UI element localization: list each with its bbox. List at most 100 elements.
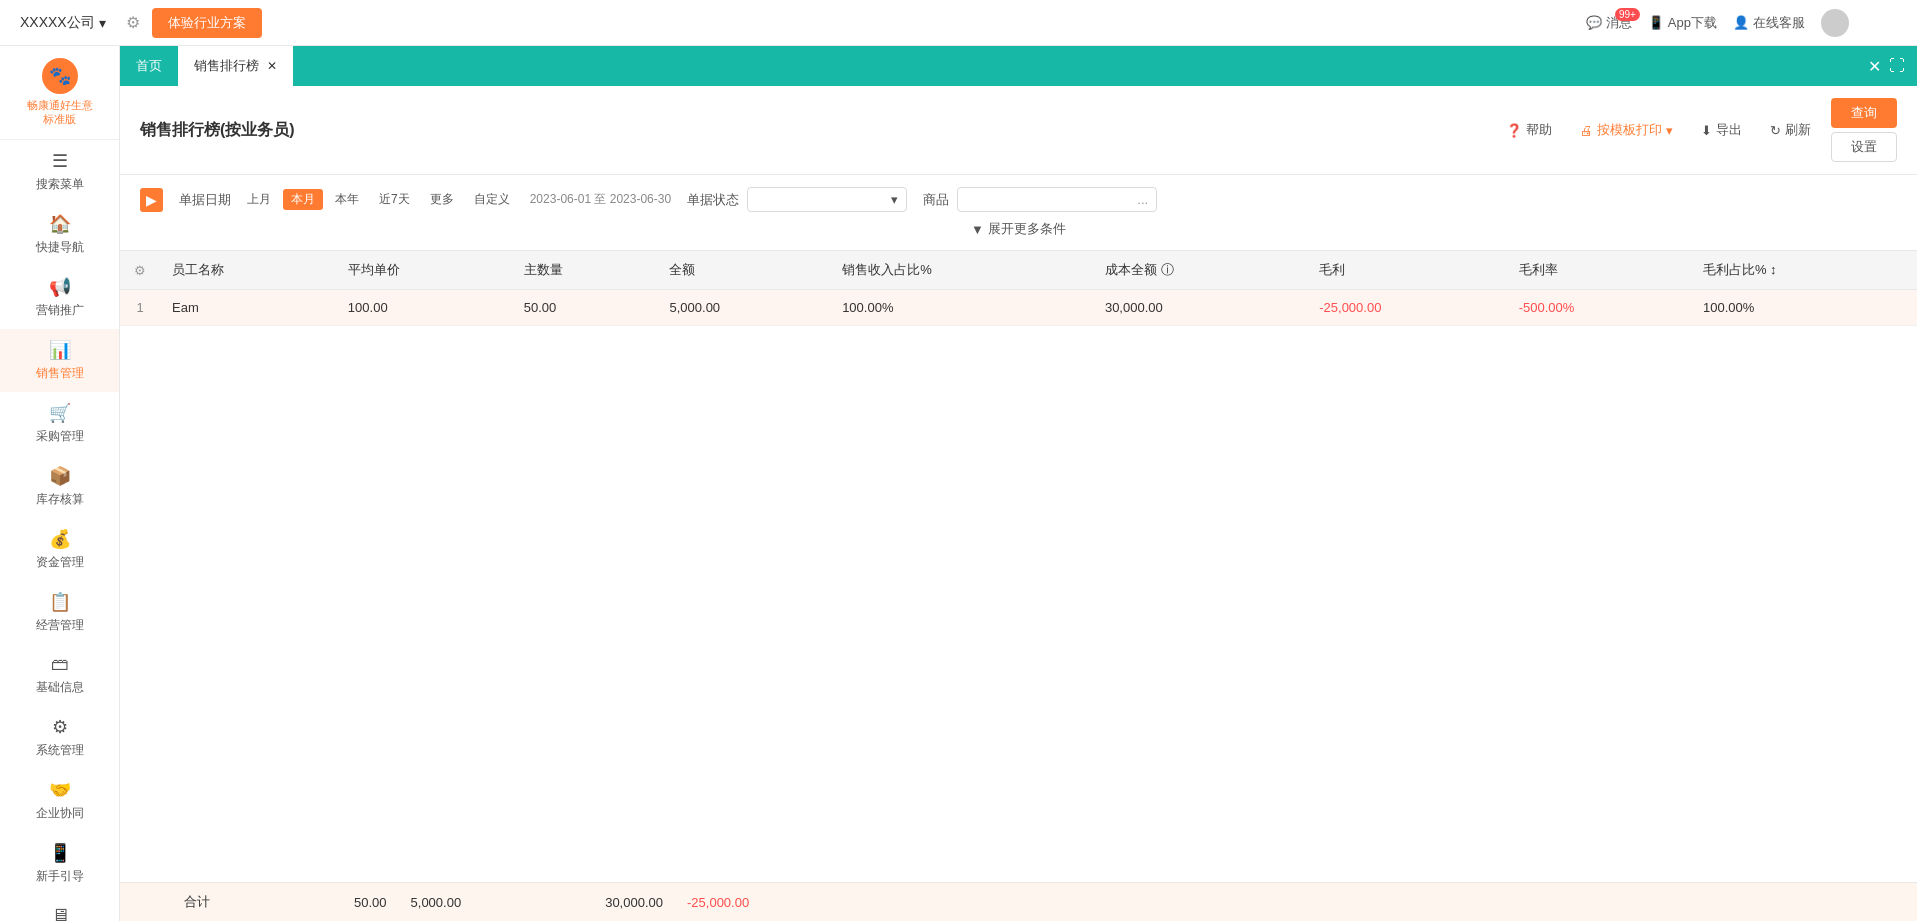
col-cost: 成本全额 ⓘ [1093, 251, 1307, 290]
beginner-guide-icon: 📱 [49, 842, 71, 864]
col-employee: 员工名称 [160, 251, 336, 290]
date-filter-label: 单据日期 [179, 191, 231, 209]
goods-input[interactable]: ... [957, 187, 1157, 212]
sidebar-logo: 🐾 畅康通好生意标准版 [0, 46, 119, 140]
logo-icon: 🐾 [49, 65, 71, 87]
col-settings[interactable]: ⚙ [120, 251, 160, 290]
sidebar-item-finance[interactable]: 💰 资金管理 [0, 518, 119, 581]
page-actions: ❓ 帮助 🖨 按模板打印 ▾ ⬇ 导出 ↻ 刷新 [1498, 98, 1897, 162]
tab-bar: 首页 销售排行榜 ✕ ✕ ⛶ [120, 46, 1917, 86]
inventory-icon: 📦 [49, 465, 71, 487]
export-button[interactable]: ⬇ 导出 [1693, 117, 1750, 143]
footer-cost: 30,000.00 [593, 895, 675, 910]
date-filter: 单据日期 上月 本月 本年 近7天 更多 自定义 2023-06-01 至 20… [179, 189, 671, 210]
sidebar-item-purchase[interactable]: 🛒 采购管理 [0, 392, 119, 455]
filter-collapse-icon[interactable]: ▶ [140, 188, 163, 212]
refresh-icon: ↻ [1770, 123, 1781, 138]
table-row: 1 Eam 100.00 50.00 5,000.00 100.00% 30,0… [120, 290, 1917, 326]
footer-main-qty: 50.00 [342, 895, 399, 910]
sidebar-item-basic-info[interactable]: 🗃 基础信息 [0, 644, 119, 706]
help-button[interactable]: ❓ 帮助 [1498, 117, 1560, 143]
cell-gross-pct: 100.00% [1691, 290, 1917, 326]
cell-amount: 5,000.00 [657, 290, 830, 326]
header-gear-icon[interactable]: ⚙ [122, 9, 144, 36]
avatar[interactable] [1821, 9, 1849, 37]
date-btn-last-month[interactable]: 上月 [239, 189, 279, 210]
sidebar-item-beginner-guide[interactable]: 📱 新手引导 [0, 832, 119, 895]
sidebar-item-label: 资金管理 [36, 554, 84, 571]
purchase-icon: 🛒 [49, 402, 71, 424]
status-filter-label: 单据状态 [687, 191, 739, 209]
footer-gross-profit: -25,000.00 [675, 895, 761, 910]
sidebar-item-label: 搜索菜单 [36, 176, 84, 193]
refresh-button[interactable]: ↻ 刷新 [1762, 117, 1819, 143]
sidebar-item-label: 营销推广 [36, 302, 84, 319]
sidebar-item-inventory[interactable]: 📦 库存核算 [0, 455, 119, 518]
enterprise-collab-icon: 🤝 [49, 779, 71, 801]
print-button[interactable]: 🖨 按模板打印 ▾ [1572, 117, 1681, 143]
company-name: XXXXX公司 [20, 14, 95, 32]
try-industry-button[interactable]: 体验行业方案 [152, 8, 262, 38]
date-range-buttons: 上月 本月 本年 近7天 更多 自定义 [239, 189, 518, 210]
app-download-icon: 📱 [1648, 15, 1664, 30]
table-settings-icon[interactable]: ⚙ [134, 263, 146, 278]
goods-filter: 商品 ... [923, 187, 1157, 212]
sidebar-item-quick-nav[interactable]: 🏠 快捷导航 [0, 203, 119, 266]
expand-more-btn[interactable]: ▼ 展开更多条件 [971, 220, 1066, 238]
app-download-button[interactable]: 📱 App下载 [1648, 14, 1717, 32]
sidebar-item-enterprise-collab[interactable]: 🤝 企业协同 [0, 769, 119, 832]
tab-home[interactable]: 首页 [120, 46, 178, 86]
sidebar-item-system[interactable]: ⚙ 系统管理 [0, 706, 119, 769]
window-close-icon[interactable]: ✕ [1868, 57, 1881, 76]
settings-button[interactable]: 设置 [1831, 132, 1897, 162]
refresh-label: 刷新 [1785, 121, 1811, 139]
sidebar-item-label: 快捷导航 [36, 239, 84, 256]
cell-avg-price: 100.00 [336, 290, 512, 326]
date-btn-more[interactable]: 更多 [422, 189, 462, 210]
query-button[interactable]: 查询 [1831, 98, 1897, 128]
cell-gross-profit: -25,000.00 [1307, 290, 1506, 326]
message-button[interactable]: 💬 消息 99+ [1586, 14, 1632, 32]
sidebar-item-label: 新手引导 [36, 868, 84, 885]
status-filter: 单据状态 ▾ [687, 187, 907, 212]
content-area: 首页 销售排行榜 ✕ ✕ ⛶ 销售排行榜(按业务员) ❓ 帮助 [120, 46, 1917, 921]
company-dropdown-icon: ▾ [99, 15, 106, 31]
logo-text: 畅康通好生意标准版 [27, 98, 93, 127]
system-icon: ⚙ [52, 716, 68, 738]
finance-icon: 💰 [49, 528, 71, 550]
filter-row: ▶ 单据日期 上月 本月 本年 近7天 更多 自定义 2023-06-01 至 … [140, 187, 1897, 212]
date-btn-custom[interactable]: 自定义 [466, 189, 518, 210]
company-selector[interactable]: XXXXX公司 ▾ [12, 10, 114, 36]
operations-icon: 📋 [49, 591, 71, 613]
tab-close-icon[interactable]: ✕ [267, 59, 277, 73]
app-center-icon: 🖥 [51, 905, 69, 921]
online-service-button[interactable]: 👤 在线客服 [1733, 14, 1805, 32]
date-btn-this-month[interactable]: 本月 [283, 189, 323, 210]
col-sales-pct: 销售收入占比% [830, 251, 1093, 290]
page-title: 销售排行榜(按业务员) [140, 120, 1498, 141]
sidebar-item-sales[interactable]: 📊 销售管理 [0, 329, 119, 392]
logo-image: 🐾 [42, 58, 78, 94]
data-table: ⚙ 员工名称 平均单价 主数量 全额 销售收入占比% 成本全额 ⓘ 毛利 毛利率… [120, 251, 1917, 326]
date-btn-7days[interactable]: 近7天 [371, 189, 418, 210]
window-maximize-icon[interactable]: ⛶ [1889, 57, 1905, 76]
print-label: 按模板打印 [1597, 121, 1662, 139]
filter-area: ▶ 单据日期 上月 本月 本年 近7天 更多 自定义 2023-06-01 至 … [120, 175, 1917, 251]
table-area: ⚙ 员工名称 平均单价 主数量 全额 销售收入占比% 成本全额 ⓘ 毛利 毛利率… [120, 251, 1917, 882]
expand-label: 展开更多条件 [988, 220, 1066, 238]
tab-sales-ranking[interactable]: 销售排行榜 ✕ [178, 46, 293, 86]
sidebar-item-label: 采购管理 [36, 428, 84, 445]
cell-gross-rate: -500.00% [1507, 290, 1691, 326]
date-btn-this-year[interactable]: 本年 [327, 189, 367, 210]
search-order-icon: ☰ [52, 150, 68, 172]
sidebar-item-operations[interactable]: 📋 经营管理 [0, 581, 119, 644]
status-select[interactable]: ▾ [747, 187, 907, 212]
sidebar-item-marketing[interactable]: 📢 营销推广 [0, 266, 119, 329]
export-icon: ⬇ [1701, 123, 1712, 138]
sidebar: 🐾 畅康通好生意标准版 ☰ 搜索菜单 🏠 快捷导航 📢 营销推广 📊 销售管理 … [0, 46, 120, 921]
sidebar-item-label: 经营管理 [36, 617, 84, 634]
sidebar-item-app-center[interactable]: 🖥 应用中心 [0, 895, 119, 921]
sidebar-item-label: 企业协同 [36, 805, 84, 822]
col-avg-price: 平均单价 [336, 251, 512, 290]
sidebar-item-search-order[interactable]: ☰ 搜索菜单 [0, 140, 119, 203]
